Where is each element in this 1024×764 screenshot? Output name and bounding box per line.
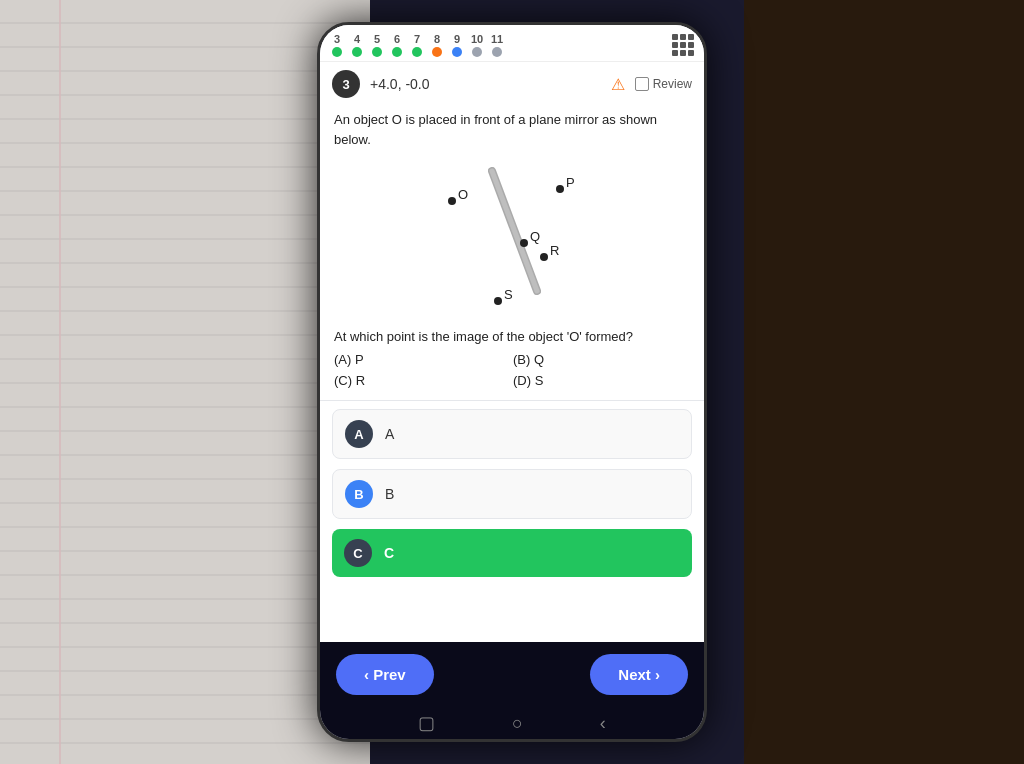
dot-7 <box>412 47 422 57</box>
review-label: Review <box>653 77 692 91</box>
android-home-btn[interactable]: ○ <box>512 713 523 734</box>
nav-dots-bar: 3 4 5 6 7 8 9 <box>320 25 704 62</box>
alert-icon[interactable]: ⚠ <box>611 75 625 94</box>
nav-item-8[interactable]: 8 <box>430 33 444 57</box>
android-back-btn[interactable]: ‹ <box>600 713 606 734</box>
answer-row-A[interactable]: A A <box>332 409 692 459</box>
nav-item-4[interactable]: 4 <box>350 33 364 57</box>
dot-6 <box>392 47 402 57</box>
option-A: (A) P <box>334 350 511 369</box>
phone-frame: 3 4 5 6 7 8 9 <box>317 22 707 742</box>
nav-item-9[interactable]: 9 <box>450 33 464 57</box>
option-B: (B) Q <box>513 350 690 369</box>
nav-item-3[interactable]: 3 <box>330 33 344 57</box>
nav-item-6[interactable]: 6 <box>390 33 404 57</box>
dot-10 <box>472 47 482 57</box>
prev-button[interactable]: ‹ Prev <box>336 654 434 695</box>
option-D: (D) S <box>513 371 690 390</box>
svg-point-7 <box>556 185 564 193</box>
grid-menu-icon[interactable] <box>672 34 694 56</box>
dot-5 <box>372 47 382 57</box>
options-grid: (A) P (B) Q (C) R (D) S <box>320 348 704 392</box>
next-button[interactable]: Next › <box>590 654 688 695</box>
svg-point-5 <box>448 197 456 205</box>
svg-text:R: R <box>550 243 559 258</box>
review-check-box[interactable] <box>635 77 649 91</box>
nav-item-7[interactable]: 7 <box>410 33 424 57</box>
svg-point-9 <box>520 239 528 247</box>
answer-badge-B: B <box>345 480 373 508</box>
nav-item-11[interactable]: 11 <box>490 33 504 57</box>
divider <box>320 400 704 401</box>
svg-text:P: P <box>566 175 575 190</box>
nav-item-5[interactable]: 5 <box>370 33 384 57</box>
bottom-navigation: ‹ Prev Next › <box>320 642 704 707</box>
review-checkbox[interactable]: Review <box>635 77 692 91</box>
question-body-text: An object O is placed in front of a plan… <box>320 106 704 157</box>
option-C: (C) R <box>334 371 511 390</box>
android-recent-btn[interactable]: ▢ <box>418 712 435 734</box>
answer-label-B: B <box>385 486 394 502</box>
svg-point-13 <box>494 297 502 305</box>
dot-8 <box>432 47 442 57</box>
answer-choices: A A B B <box>320 409 704 519</box>
svg-text:S: S <box>504 287 513 302</box>
bg-notebook <box>0 0 370 764</box>
bg-dark <box>744 0 1024 764</box>
phone-screen: 3 4 5 6 7 8 9 <box>320 25 704 739</box>
dot-4 <box>352 47 362 57</box>
svg-rect-1 <box>0 0 370 764</box>
answer-badge-C: C <box>344 539 372 567</box>
answer-label-C: C <box>384 545 394 561</box>
dot-3 <box>332 47 342 57</box>
score-display: +4.0, -0.0 <box>370 76 430 92</box>
answer-badge-A: A <box>345 420 373 448</box>
svg-point-11 <box>540 253 548 261</box>
question-header: 3 +4.0, -0.0 ⚠ Review <box>320 62 704 106</box>
answer-label-A: A <box>385 426 394 442</box>
answer-row-C-selected[interactable]: C C <box>332 529 692 577</box>
diagram-svg: O P Q R S <box>392 161 632 321</box>
question-main-text: At which point is the image of the objec… <box>320 325 704 348</box>
answer-row-B[interactable]: B B <box>332 469 692 519</box>
nav-item-10[interactable]: 10 <box>470 33 484 57</box>
svg-text:O: O <box>458 187 468 202</box>
svg-text:Q: Q <box>530 229 540 244</box>
dot-9 <box>452 47 462 57</box>
android-nav-bar: ▢ ○ ‹ <box>320 707 704 739</box>
diagram-container: O P Q R S <box>320 157 704 325</box>
question-number-badge: 3 <box>332 70 360 98</box>
dot-11 <box>492 47 502 57</box>
